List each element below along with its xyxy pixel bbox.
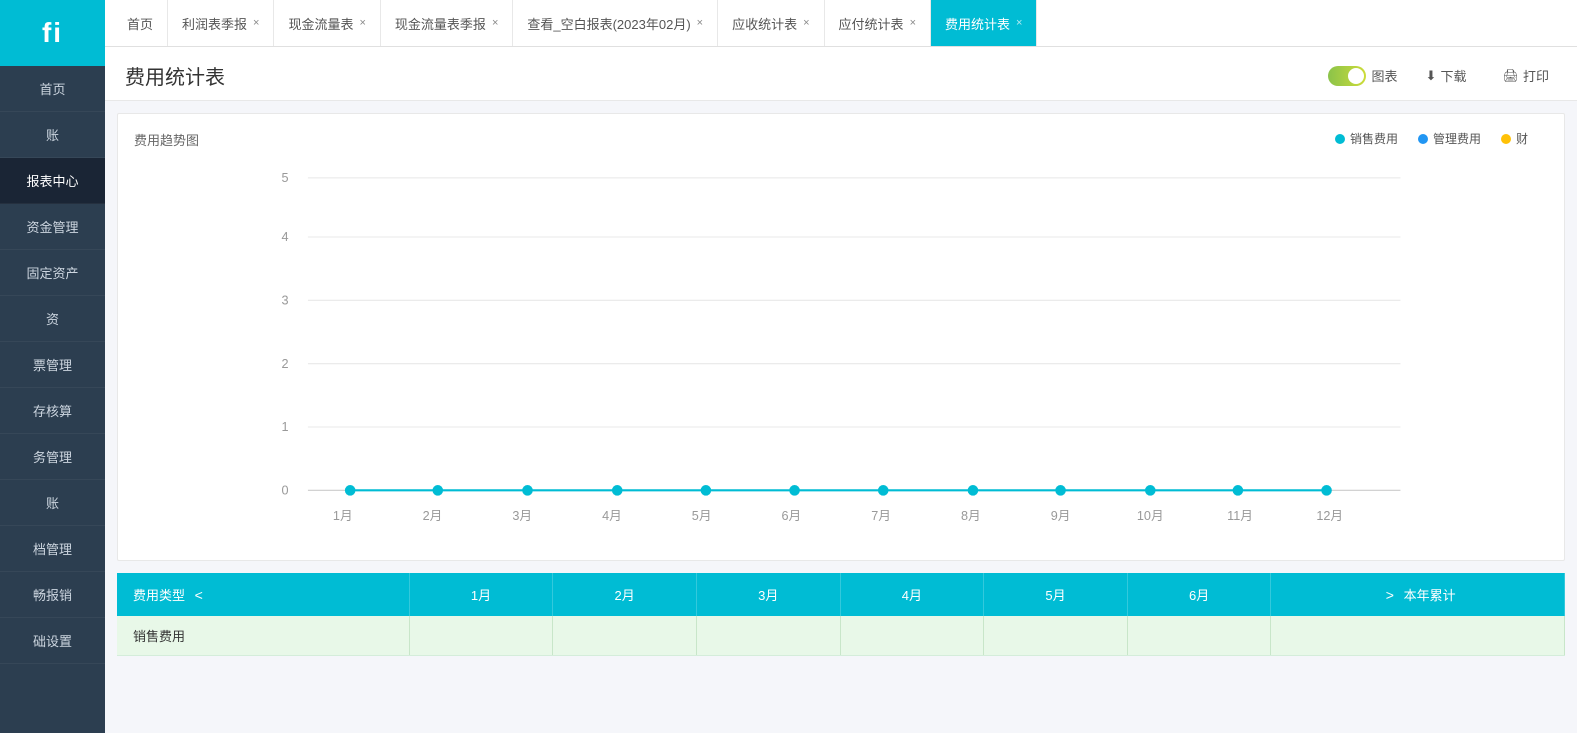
- svg-text:4月: 4月: [602, 509, 622, 523]
- chart-legend: 销售费用 管理费用 财: [1335, 130, 1528, 147]
- sidebar-item-assets2[interactable]: 资: [0, 296, 105, 342]
- table-row: 销售费用: [117, 616, 1565, 656]
- tab-home[interactable]: 首页: [113, 0, 168, 46]
- svg-text:1: 1: [282, 420, 289, 434]
- print-button[interactable]: 🖨 打印: [1494, 62, 1557, 89]
- sidebar-item-report-center[interactable]: 报表中心: [0, 158, 105, 204]
- svg-text:0: 0: [282, 484, 289, 498]
- chart-container: 5 4 3 2 1 0: [134, 161, 1548, 544]
- row-month-6: [1127, 616, 1271, 656]
- tab-receivable[interactable]: 应收统计表 ×: [718, 0, 824, 46]
- page-header: 费用统计表 图表 ⬇ 下载 🖨 打印: [105, 47, 1577, 101]
- tab-profit[interactable]: 利润表季报 ×: [168, 0, 274, 46]
- sidebar: fi 首页 账 报表中心 资金管理 固定资产 资 票管理 存核算 务管理 账 档…: [0, 0, 105, 733]
- row-month-2: [553, 616, 697, 656]
- col-month-4: 4月: [840, 573, 984, 616]
- col-month-3: 3月: [696, 573, 840, 616]
- svg-text:3月: 3月: [512, 509, 532, 523]
- tabs-bar: 首页 利润表季报 × 现金流量表 × 现金流量表季报 × 查看_空白报表(202…: [105, 0, 1577, 47]
- legend-sales: 销售费用: [1335, 130, 1398, 147]
- sidebar-item-account[interactable]: 账: [0, 112, 105, 158]
- legend-admin: 管理费用: [1418, 130, 1481, 147]
- tab-payable[interactable]: 应付统计表 ×: [825, 0, 931, 46]
- svg-text:3: 3: [282, 294, 289, 308]
- svg-text:11月: 11月: [1227, 509, 1253, 523]
- svg-text:12月: 12月: [1316, 509, 1343, 523]
- sidebar-item-service[interactable]: 务管理: [0, 434, 105, 480]
- download-button[interactable]: ⬇ 下载: [1418, 62, 1475, 89]
- download-icon: ⬇: [1426, 68, 1437, 84]
- data-table: 费用类型 < 1月 2月 3月 4月 5月 6月 > 本年累计: [117, 573, 1565, 656]
- sidebar-item-expense[interactable]: 畅报销: [0, 572, 105, 618]
- row-month-3: [696, 616, 840, 656]
- col-type: 费用类型 <: [117, 573, 409, 616]
- sidebar-item-archive[interactable]: 档管理: [0, 526, 105, 572]
- sidebar-item-inventory[interactable]: 存核算: [0, 388, 105, 434]
- svg-text:5月: 5月: [692, 509, 712, 523]
- row-month-5: [984, 616, 1128, 656]
- svg-text:9月: 9月: [1051, 509, 1071, 523]
- legend-dot-finance: [1501, 134, 1511, 144]
- sidebar-item-ticket[interactable]: 票管理: [0, 342, 105, 388]
- tab-close-cashflow[interactable]: ×: [359, 17, 365, 29]
- svg-text:1月: 1月: [333, 509, 353, 523]
- toggle-wrap: 图表: [1328, 66, 1398, 86]
- page-actions: 图表 ⬇ 下载 🖨 打印: [1328, 62, 1557, 89]
- tab-close-payable[interactable]: ×: [910, 17, 916, 29]
- svg-text:6月: 6月: [782, 509, 802, 523]
- svg-text:2: 2: [282, 357, 289, 371]
- col-month-5: 5月: [984, 573, 1128, 616]
- tab-close-expense-stats[interactable]: ×: [1016, 17, 1022, 29]
- tab-close-blank-report[interactable]: ×: [697, 17, 703, 29]
- page-content: 费用统计表 图表 ⬇ 下载 🖨 打印 费用趋势图: [105, 47, 1577, 733]
- sidebar-item-settings[interactable]: 础设置: [0, 618, 105, 664]
- col-month-6: 6月: [1127, 573, 1271, 616]
- chart-svg: 5 4 3 2 1 0: [134, 161, 1548, 541]
- nav-prev-arrow[interactable]: <: [189, 587, 209, 603]
- chart-section: 费用趋势图 销售费用 管理费用 财: [117, 113, 1565, 561]
- row-ytd: [1271, 616, 1565, 656]
- sidebar-item-fund[interactable]: 资金管理: [0, 204, 105, 250]
- col-ytd: > 本年累计: [1271, 573, 1565, 616]
- svg-text:2月: 2月: [423, 509, 443, 523]
- legend-finance: 财: [1501, 130, 1528, 147]
- table-header-row: 费用类型 < 1月 2月 3月 4月 5月 6月 > 本年累计: [117, 573, 1565, 616]
- chart-toggle[interactable]: [1328, 66, 1366, 86]
- sidebar-item-account2[interactable]: 账: [0, 480, 105, 526]
- col-month-1: 1月: [409, 573, 553, 616]
- main-area: 首页 利润表季报 × 现金流量表 × 现金流量表季报 × 查看_空白报表(202…: [105, 0, 1577, 733]
- tab-cashflow[interactable]: 现金流量表 ×: [274, 0, 380, 46]
- svg-text:4: 4: [282, 230, 289, 244]
- row-month-4: [840, 616, 984, 656]
- tab-close-profit[interactable]: ×: [253, 17, 259, 29]
- tab-blank-report[interactable]: 查看_空白报表(2023年02月) ×: [513, 0, 718, 46]
- row-type-label: 销售费用: [117, 616, 409, 656]
- tab-cashflow-quarterly[interactable]: 现金流量表季报 ×: [381, 0, 513, 46]
- row-month-1: [409, 616, 553, 656]
- svg-text:10月: 10月: [1137, 509, 1164, 523]
- svg-text:8月: 8月: [961, 509, 981, 523]
- svg-text:5: 5: [282, 171, 289, 185]
- tab-close-receivable[interactable]: ×: [803, 17, 809, 29]
- svg-text:7月: 7月: [871, 509, 891, 523]
- tab-close-cashflow-quarterly[interactable]: ×: [492, 17, 498, 29]
- nav-next-arrow[interactable]: >: [1380, 587, 1400, 603]
- table-section: 费用类型 < 1月 2月 3月 4月 5月 6月 > 本年累计: [117, 573, 1565, 656]
- print-icon: 🖨: [1502, 68, 1519, 84]
- legend-dot-admin: [1418, 134, 1428, 144]
- sidebar-item-fixed-assets[interactable]: 固定资产: [0, 250, 105, 296]
- toggle-label: 图表: [1372, 66, 1398, 85]
- sidebar-logo: fi: [0, 0, 105, 66]
- legend-dot-sales: [1335, 134, 1345, 144]
- sidebar-item-home[interactable]: 首页: [0, 66, 105, 112]
- page-title: 费用统计表: [125, 61, 225, 90]
- tab-expense-stats[interactable]: 费用统计表 ×: [931, 0, 1037, 46]
- col-month-2: 2月: [553, 573, 697, 616]
